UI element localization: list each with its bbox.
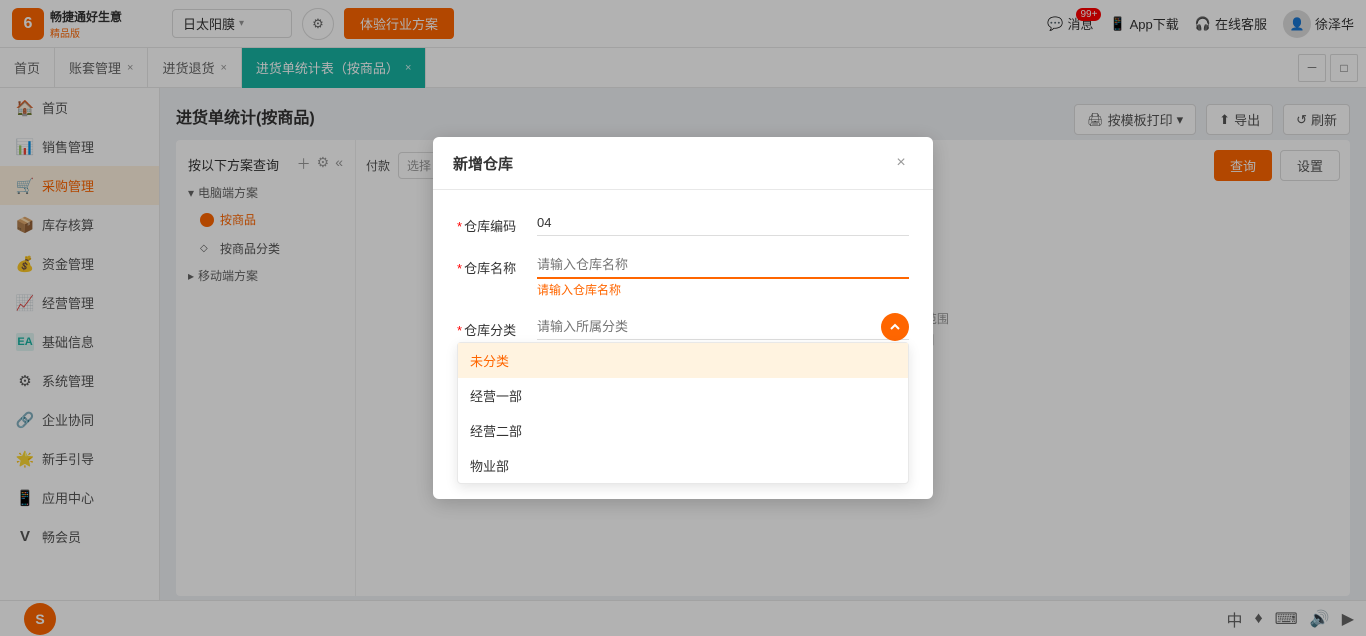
dialog-overlay: 新增仓库 × 仓库编码 仓库名称 请输入仓库名称 仓库分类	[0, 0, 1366, 636]
form-row-name: 仓库名称 请输入仓库名称	[457, 252, 909, 298]
name-label: 仓库名称	[457, 252, 537, 277]
dialog-header: 新增仓库 ×	[433, 137, 933, 190]
dropdown-item-dept2[interactable]: 经营二部	[458, 413, 908, 448]
name-input[interactable]	[537, 252, 909, 279]
category-dropdown: 未分类 经营一部 经营二部 物业部	[457, 342, 909, 484]
code-label: 仓库编码	[457, 210, 537, 235]
dropdown-item-dept1[interactable]: 经营一部	[458, 378, 908, 413]
name-error-tip: 请输入仓库名称	[537, 281, 909, 298]
warehouse-dialog: 新增仓库 × 仓库编码 仓库名称 请输入仓库名称 仓库分类	[433, 137, 933, 499]
category-select-wrapper	[537, 314, 909, 340]
form-row-category: 仓库分类 未分类 经营一部 经营二部	[457, 314, 909, 340]
dropdown-item-uncategorized[interactable]: 未分类	[458, 343, 908, 378]
dialog-body: 仓库编码 仓库名称 请输入仓库名称 仓库分类	[433, 190, 933, 436]
category-label: 仓库分类	[457, 314, 537, 339]
dialog-close-button[interactable]: ×	[889, 151, 913, 175]
form-row-code: 仓库编码	[457, 210, 909, 236]
category-input[interactable]	[537, 314, 909, 340]
chevron-up-icon	[889, 321, 901, 333]
dropdown-item-dept3[interactable]: 物业部	[458, 448, 908, 483]
code-input[interactable]	[537, 210, 909, 236]
category-arrow-button[interactable]	[881, 313, 909, 341]
dialog-title: 新增仓库	[453, 153, 513, 174]
